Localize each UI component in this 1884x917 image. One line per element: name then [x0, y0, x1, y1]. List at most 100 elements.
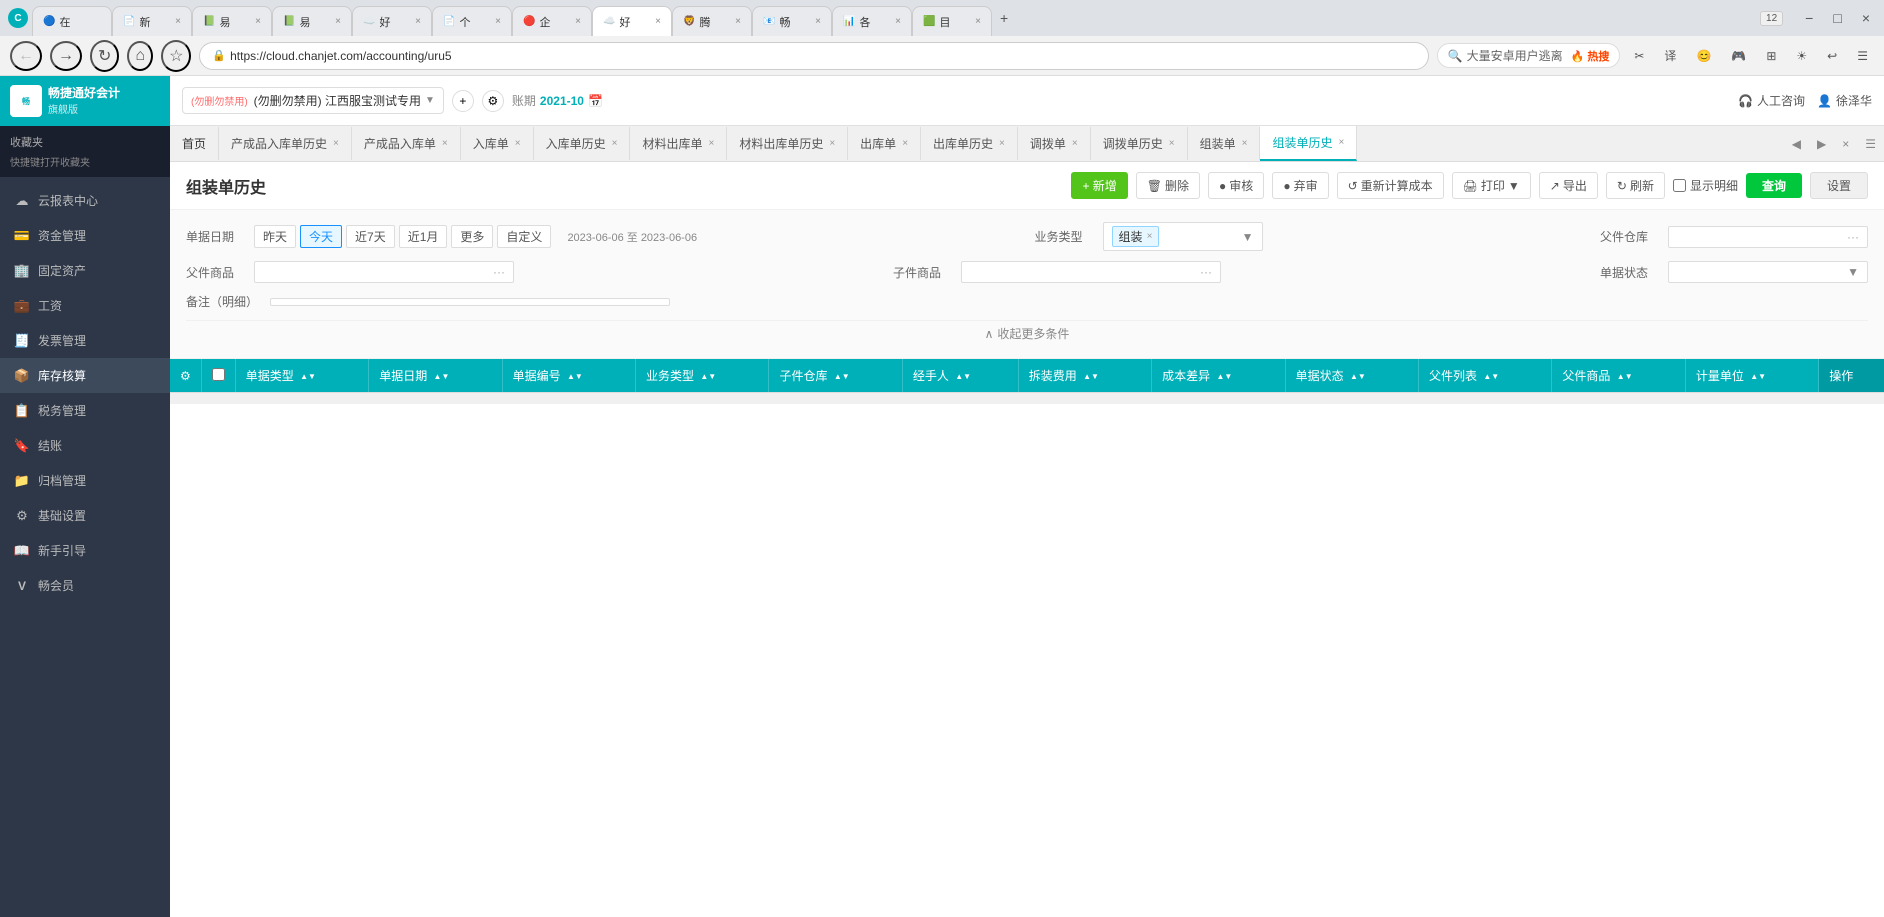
page-tab-prod-in[interactable]: 产成品入库单 × — [352, 127, 461, 160]
tab9-close[interactable]: × — [735, 16, 741, 27]
tab8-close[interactable]: × — [655, 16, 661, 27]
page-tab-combine[interactable]: 组装单 × — [1188, 127, 1261, 160]
maximize-btn[interactable]: □ — [1827, 8, 1847, 28]
sidebar-item-invoice[interactable]: 🧾 发票管理 — [0, 323, 170, 358]
biz-type-tag-close[interactable]: × — [1147, 231, 1153, 242]
bottom-scrollbar[interactable] — [170, 392, 1884, 404]
sidebar-item-vip[interactable]: V 畅会员 — [0, 568, 170, 603]
calendar-icon[interactable]: 📅 — [588, 94, 603, 108]
last-month-btn[interactable]: 近1月 — [399, 225, 448, 248]
tab4-close[interactable]: × — [335, 16, 341, 27]
query-btn[interactable]: 查询 — [1746, 173, 1802, 198]
status-input[interactable]: ▼ — [1668, 261, 1868, 283]
material-out-close[interactable]: × — [708, 138, 714, 149]
new-btn[interactable]: + 新增 — [1071, 172, 1127, 199]
parent-warehouse-input[interactable]: ··· — [1668, 226, 1868, 248]
filter-settings-btn[interactable]: 设置 — [1810, 172, 1868, 199]
browser-tab-9[interactable]: 🦁 腾 × — [672, 6, 752, 36]
page-tab-combine-history[interactable]: 组装单历史 × — [1260, 126, 1357, 161]
show-detail-checkbox[interactable] — [1673, 179, 1686, 192]
browser-tab-3[interactable]: 📗 易 × — [192, 6, 272, 36]
close-btn[interactable]: × — [1856, 8, 1876, 28]
sidebar-item-tax[interactable]: 📋 税务管理 — [0, 393, 170, 428]
sidebar-item-fixed-assets[interactable]: 🏢 固定资产 — [0, 253, 170, 288]
minimize-btn[interactable]: − — [1799, 8, 1819, 28]
grid-btn[interactable]: ⊞ — [1760, 47, 1782, 65]
out-order-close[interactable]: × — [902, 138, 908, 149]
browser-tab-8[interactable]: ☁️ 好 × — [592, 6, 672, 36]
tab2-close[interactable]: × — [175, 16, 181, 27]
th-child-warehouse[interactable]: 子件仓库 ▲▼ — [769, 359, 902, 392]
sidebar-item-archive[interactable]: 📁 归档管理 — [0, 463, 170, 498]
browser-tab-2[interactable]: 📄 新 × — [112, 6, 192, 36]
page-tab-assembly[interactable]: 调拨单 × — [1018, 127, 1091, 160]
material-out-history-close[interactable]: × — [829, 138, 835, 149]
delete-btn[interactable]: 🗑 删除 — [1136, 172, 1200, 199]
th-bill-no[interactable]: 单据编号 ▲▼ — [502, 359, 635, 392]
th-disassembly-fee[interactable]: 拆装费用 ▲▼ — [1018, 359, 1151, 392]
sidebar-item-inventory[interactable]: 📦 库存核算 — [0, 358, 170, 393]
tab6-close[interactable]: × — [495, 16, 501, 27]
collapse-btn[interactable]: ∧ 收起更多条件 — [186, 320, 1868, 346]
page-tab-material-out[interactable]: 材料出库单 × — [630, 127, 727, 160]
tab-close-all[interactable]: × — [1834, 131, 1857, 157]
emoji-btn[interactable]: 😊 — [1690, 47, 1717, 65]
yesterday-btn[interactable]: 昨天 — [254, 225, 296, 248]
menu-btn[interactable]: ☰ — [1851, 47, 1874, 65]
th-checkbox[interactable] — [201, 359, 235, 392]
th-parent-item[interactable]: 父件商品 ▲▼ — [1552, 359, 1685, 392]
forward-btn[interactable]: → — [50, 41, 82, 71]
assembly-close[interactable]: × — [1072, 138, 1078, 149]
address-bar[interactable]: 🔒 https://cloud.chanjet.com/accounting/u… — [199, 42, 1428, 70]
sidebar-item-settings[interactable]: ⚙ 基础设置 — [0, 498, 170, 533]
consultant-btn[interactable]: 🎧 人工咨询 — [1738, 92, 1805, 109]
th-bill-type[interactable]: 单据类型 ▲▼ — [235, 359, 368, 392]
undo-btn[interactable]: ↩ — [1821, 47, 1843, 65]
page-tab-home[interactable]: 首页 — [170, 127, 219, 160]
combine-close[interactable]: × — [1242, 138, 1248, 149]
scissors-btn[interactable]: ✂ — [1628, 47, 1650, 65]
th-handler[interactable]: 经手人 ▲▼ — [902, 359, 1018, 392]
assembly-history-close[interactable]: × — [1169, 138, 1175, 149]
tab12-close[interactable]: × — [975, 16, 981, 27]
th-cost-diff[interactable]: 成本差异 ▲▼ — [1152, 359, 1285, 392]
tab-scroll-right[interactable]: ▶ — [1809, 131, 1834, 157]
home-btn[interactable]: ⌂ — [127, 41, 153, 71]
th-unit[interactable]: 计量单位 ▲▼ — [1685, 359, 1818, 392]
translate-btn[interactable]: 译 — [1658, 45, 1682, 66]
abandon-btn[interactable]: ● 弃审 — [1272, 172, 1328, 199]
th-bill-status[interactable]: 单据状态 ▲▼ — [1285, 359, 1418, 392]
export-btn[interactable]: ↗ 导出 — [1539, 172, 1598, 199]
sidebar-item-guide[interactable]: 📖 新手引导 — [0, 533, 170, 568]
brightness-btn[interactable]: ☀ — [1790, 47, 1813, 65]
custom-date-btn[interactable]: 自定义 — [497, 225, 551, 248]
today-btn[interactable]: 今天 — [300, 225, 342, 248]
browser-tab-7[interactable]: 🔴 企 × — [512, 6, 592, 36]
company-settings-btn[interactable]: ⚙ — [482, 90, 504, 112]
th-bill-date[interactable]: 单据日期 ▲▼ — [369, 359, 502, 392]
sidebar-item-payroll[interactable]: 💼 工资 — [0, 288, 170, 323]
in-history-close[interactable]: × — [612, 138, 618, 149]
th-parent-list[interactable]: 父件列表 ▲▼ — [1419, 359, 1552, 392]
back-btn[interactable]: ← — [10, 41, 42, 71]
browser-tab-1[interactable]: 🔵 在 — [32, 6, 112, 36]
sidebar-item-cloud-report[interactable]: ☁ 云报表中心 — [0, 183, 170, 218]
child-item-input[interactable]: ··· — [961, 261, 1221, 283]
in-order-close[interactable]: × — [515, 138, 521, 149]
page-tab-out-order[interactable]: 出库单 × — [848, 127, 921, 160]
audit-btn[interactable]: ● 审核 — [1208, 172, 1264, 199]
tab10-close[interactable]: × — [815, 16, 821, 27]
game-btn[interactable]: 🎮 — [1725, 47, 1752, 65]
page-tab-out-history[interactable]: 出库单历史 × — [921, 127, 1018, 160]
parent-item-input[interactable]: ··· — [254, 261, 514, 283]
sidebar-item-fund[interactable]: 💳 资金管理 — [0, 218, 170, 253]
page-tab-assembly-history[interactable]: 调拨单历史 × — [1091, 127, 1188, 160]
company-selector[interactable]: (勿删勿禁用) (勿删勿禁用) 江西服宝测试专用 ▼ — [182, 87, 444, 114]
tab5-close[interactable]: × — [415, 16, 421, 27]
user-profile-btn[interactable]: 👤 徐泽华 — [1817, 92, 1872, 109]
page-tab-material-out-history[interactable]: 材料出库单历史 × — [727, 127, 848, 160]
prod-in-close[interactable]: × — [442, 138, 448, 149]
new-tab-btn[interactable]: + — [992, 10, 1016, 26]
remark-input[interactable] — [270, 298, 670, 306]
reload-btn[interactable]: ↻ — [90, 40, 119, 72]
